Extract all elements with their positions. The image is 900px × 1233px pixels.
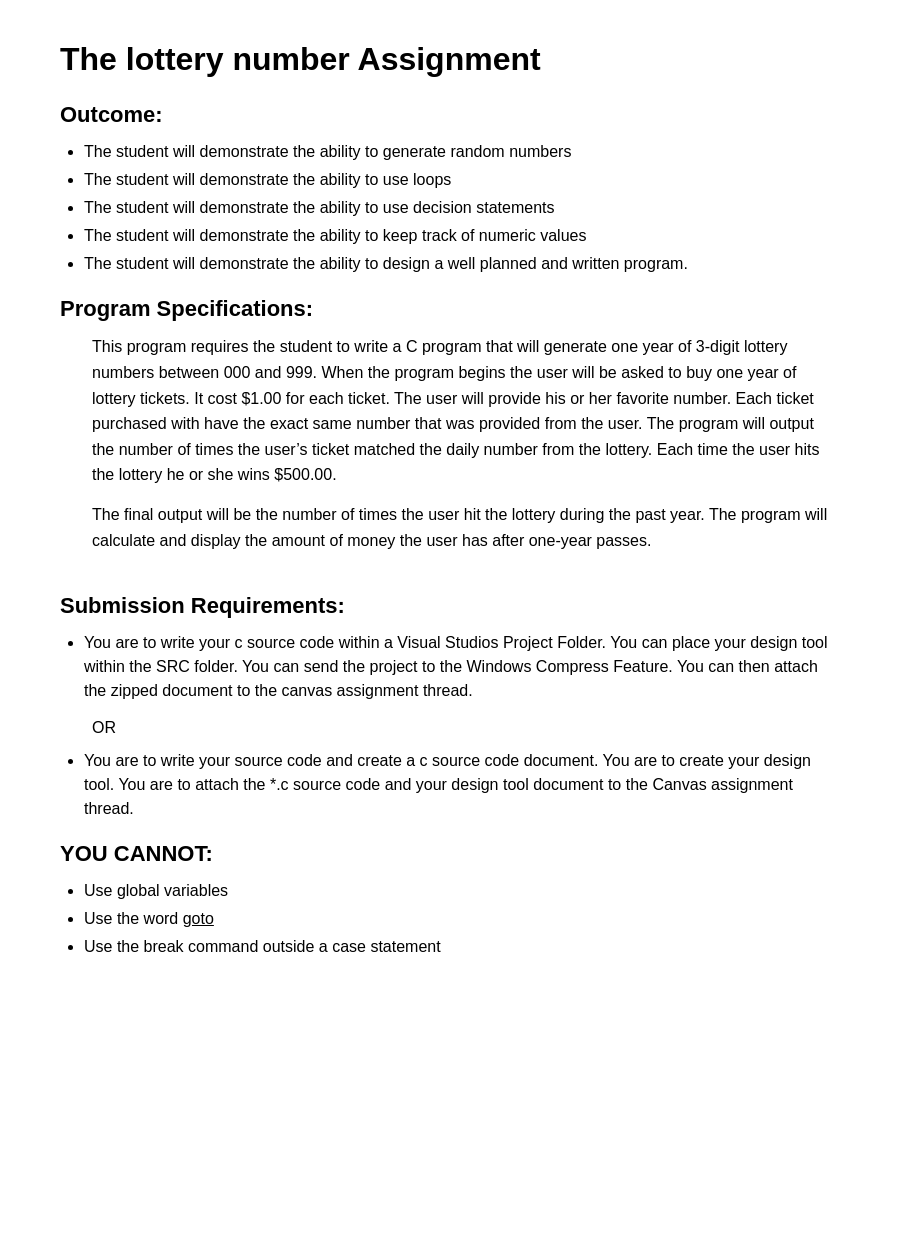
you-cannot-list: Use global variables Use the word goto U… <box>84 879 840 959</box>
program-specs-paragraph-2: The final output will be the number of t… <box>92 502 840 553</box>
list-item: Use global variables <box>84 879 840 903</box>
submission-list-1: You are to write your c source code with… <box>84 631 840 703</box>
list-item: You are to write your c source code with… <box>84 631 840 703</box>
outcome-list: The student will demonstrate the ability… <box>84 140 840 276</box>
list-item: The student will demonstrate the ability… <box>84 252 840 276</box>
list-item: The student will demonstrate the ability… <box>84 196 840 220</box>
outcome-heading: Outcome: <box>60 102 840 128</box>
page-title: The lottery number Assignment <box>60 40 840 78</box>
list-item: The student will demonstrate the ability… <box>84 168 840 192</box>
list-item: You are to write your source code and cr… <box>84 749 840 821</box>
list-item: The student will demonstrate the ability… <box>84 224 840 248</box>
list-item: Use the word goto <box>84 907 840 931</box>
list-item: The student will demonstrate the ability… <box>84 140 840 164</box>
you-cannot-heading: YOU CANNOT: <box>60 841 840 867</box>
or-text: OR <box>92 719 840 737</box>
submission-section: Submission Requirements: You are to writ… <box>60 593 840 821</box>
you-cannot-section: YOU CANNOT: Use global variables Use the… <box>60 841 840 959</box>
program-specs-heading: Program Specifications: <box>60 296 840 322</box>
submission-heading: Submission Requirements: <box>60 593 840 619</box>
outcome-section: Outcome: The student will demonstrate th… <box>60 102 840 276</box>
list-item: Use the break command outside a case sta… <box>84 935 840 959</box>
program-specs-paragraph-1: This program requires the student to wri… <box>92 334 840 488</box>
program-specs-section: Program Specifications: This program req… <box>60 296 840 553</box>
submission-list-2: You are to write your source code and cr… <box>84 749 840 821</box>
